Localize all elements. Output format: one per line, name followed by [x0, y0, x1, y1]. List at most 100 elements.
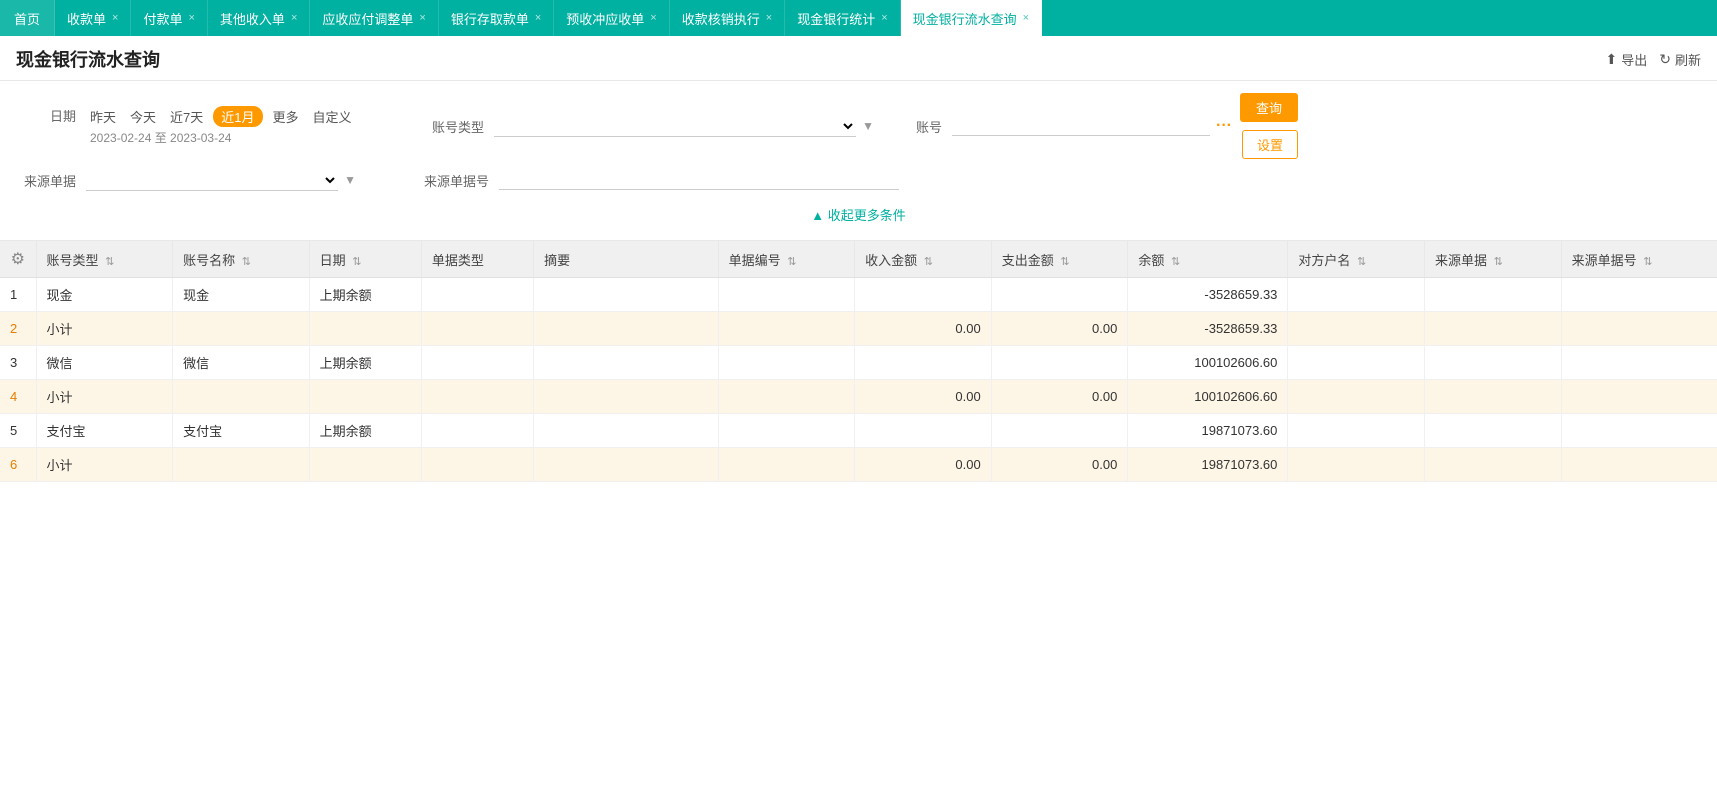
row-doc-no — [718, 414, 855, 448]
account-no-wrap: ··· — [952, 116, 1232, 136]
main-content: 现金银行流水查询 ⬆ 导出 ↻ 刷新 日期 昨天 今天 近7天 — [0, 36, 1717, 785]
row-source-doc-no — [1561, 312, 1717, 346]
close-icon[interactable]: × — [112, 12, 118, 24]
row-date: 上期余额 — [309, 278, 421, 312]
date-1month-btn[interactable]: 近1月 — [213, 106, 262, 127]
row-date — [309, 312, 421, 346]
row-balance: 19871073.60 — [1128, 414, 1288, 448]
query-button[interactable]: 查询 — [1240, 93, 1298, 122]
table-row: 2小计0.000.00-3528659.33 — [0, 312, 1717, 346]
nav-item-bank-deposit[interactable]: 银行存取款单 × — [439, 0, 554, 36]
nav-item-receipt-verify[interactable]: 收款核销执行 × — [670, 0, 785, 36]
date-filter-col: 昨天 今天 近7天 近1月 更多 自定义 2023-02-24 至 2023-0… — [86, 106, 356, 146]
col-summary[interactable]: 摘要 — [534, 241, 718, 278]
row-counterpart — [1288, 278, 1425, 312]
date-custom-btn[interactable]: 自定义 — [309, 106, 356, 127]
nav-item-cash-bank-stats[interactable]: 现金银行统计 × — [785, 0, 900, 36]
row-expense — [991, 346, 1128, 380]
row-date — [309, 448, 421, 482]
table-header-row: ⚙ 账号类型 ⇅ 账号名称 ⇅ 日期 ⇅ 单据类型 — [0, 241, 1717, 278]
source-doc-label: 来源单据 — [16, 171, 76, 190]
col-settings[interactable]: ⚙ — [0, 241, 36, 278]
col-source-doc-no[interactable]: 来源单据号 ⇅ — [1561, 241, 1717, 278]
nav-item-payments[interactable]: 付款单 × — [131, 0, 207, 36]
row-expense: 0.00 — [991, 380, 1128, 414]
nav-item-cash-bank-flow[interactable]: 现金银行流水查询 × — [901, 0, 1042, 36]
col-counterpart[interactable]: 对方户名 ⇅ — [1288, 241, 1425, 278]
col-account-name[interactable]: 账号名称 ⇅ — [173, 241, 310, 278]
col-doc-no[interactable]: 单据编号 ⇅ — [718, 241, 855, 278]
col-date[interactable]: 日期 ⇅ — [309, 241, 421, 278]
row-doc-type — [421, 278, 533, 312]
nav-home-label: 首页 — [14, 9, 40, 28]
right-btn-group: 查询 设置 — [1240, 93, 1298, 159]
nav-label: 其他收入单 — [220, 9, 285, 28]
row-doc-type — [421, 448, 533, 482]
account-no-ellipsis-btn[interactable]: ··· — [1216, 117, 1232, 135]
close-icon[interactable]: × — [419, 12, 425, 24]
close-icon[interactable]: × — [766, 12, 772, 24]
row-account-name — [173, 380, 310, 414]
row-summary — [534, 312, 718, 346]
col-balance[interactable]: 余额 ⇅ — [1128, 241, 1288, 278]
export-icon: ⬆ — [1606, 51, 1618, 68]
row-no: 4 — [0, 380, 36, 414]
col-account-type[interactable]: 账号类型 ⇅ — [36, 241, 173, 278]
row-source-doc — [1424, 312, 1561, 346]
row-account-type: 现金 — [36, 278, 173, 312]
filter-row-2: 来源单据 ▼ 来源单据号 — [16, 169, 1701, 191]
row-source-doc-no — [1561, 414, 1717, 448]
nav-label: 付款单 — [143, 9, 182, 28]
close-icon[interactable]: × — [188, 12, 194, 24]
date-today-btn[interactable]: 今天 — [126, 106, 160, 127]
col-doc-type[interactable]: 单据类型 — [421, 241, 533, 278]
row-doc-no — [718, 346, 855, 380]
account-type-select[interactable] — [494, 115, 856, 137]
col-source-doc[interactable]: 来源单据 ⇅ — [1424, 241, 1561, 278]
row-no: 1 — [0, 278, 36, 312]
col-label: 日期 — [320, 253, 346, 268]
col-label: 账号类型 — [47, 253, 99, 268]
refresh-button[interactable]: ↻ 刷新 — [1659, 50, 1701, 69]
col-income[interactable]: 收入金额 ⇅ — [855, 241, 992, 278]
row-expense: 0.00 — [991, 312, 1128, 346]
col-expense[interactable]: 支出金额 ⇅ — [991, 241, 1128, 278]
row-no: 5 — [0, 414, 36, 448]
row-summary — [534, 278, 718, 312]
date-yesterday-btn[interactable]: 昨天 — [86, 106, 120, 127]
close-icon[interactable]: × — [650, 12, 656, 24]
row-source-doc — [1424, 278, 1561, 312]
collapse-label: 收起更多条件 — [828, 208, 906, 223]
close-icon[interactable]: × — [535, 12, 541, 24]
sort-icon: ⇅ — [352, 255, 361, 268]
close-icon[interactable]: × — [881, 12, 887, 24]
nav-item-receipts[interactable]: 收款单 × — [55, 0, 131, 36]
row-source-doc — [1424, 380, 1561, 414]
source-doc-no-input[interactable] — [499, 170, 899, 190]
collapse-bar[interactable]: ▲ 收起更多条件 — [16, 201, 1701, 232]
col-label: 收入金额 — [865, 253, 917, 268]
nav-item-other-income[interactable]: 其他收入单 × — [208, 0, 310, 36]
export-button[interactable]: ⬆ 导出 — [1606, 50, 1648, 69]
close-icon[interactable]: × — [291, 12, 297, 24]
row-balance: 100102606.60 — [1128, 380, 1288, 414]
account-no-input[interactable] — [952, 116, 1210, 136]
col-label: 来源单据 — [1435, 253, 1487, 268]
settings-gear-icon[interactable]: ⚙ — [11, 251, 25, 268]
close-icon[interactable]: × — [1023, 12, 1029, 24]
sort-icon: ⇅ — [787, 255, 796, 268]
row-account-type: 支付宝 — [36, 414, 173, 448]
date-7days-btn[interactable]: 近7天 — [166, 106, 207, 127]
nav-item-prepay-offset[interactable]: 预收冲应收单 × — [554, 0, 669, 36]
source-doc-select[interactable] — [86, 169, 338, 191]
sort-icon: ⇅ — [1494, 255, 1503, 268]
nav-item-ar-ap-adjust[interactable]: 应收应付调整单 × — [310, 0, 438, 36]
nav-label: 现金银行统计 — [797, 9, 875, 28]
nav-home[interactable]: 首页 — [0, 0, 55, 36]
row-income: 0.00 — [855, 312, 992, 346]
date-more-btn[interactable]: 更多 — [269, 106, 303, 127]
row-expense — [991, 278, 1128, 312]
sort-icon: ⇅ — [1171, 255, 1180, 268]
row-account-name — [173, 448, 310, 482]
settings-button[interactable]: 设置 — [1242, 130, 1298, 159]
